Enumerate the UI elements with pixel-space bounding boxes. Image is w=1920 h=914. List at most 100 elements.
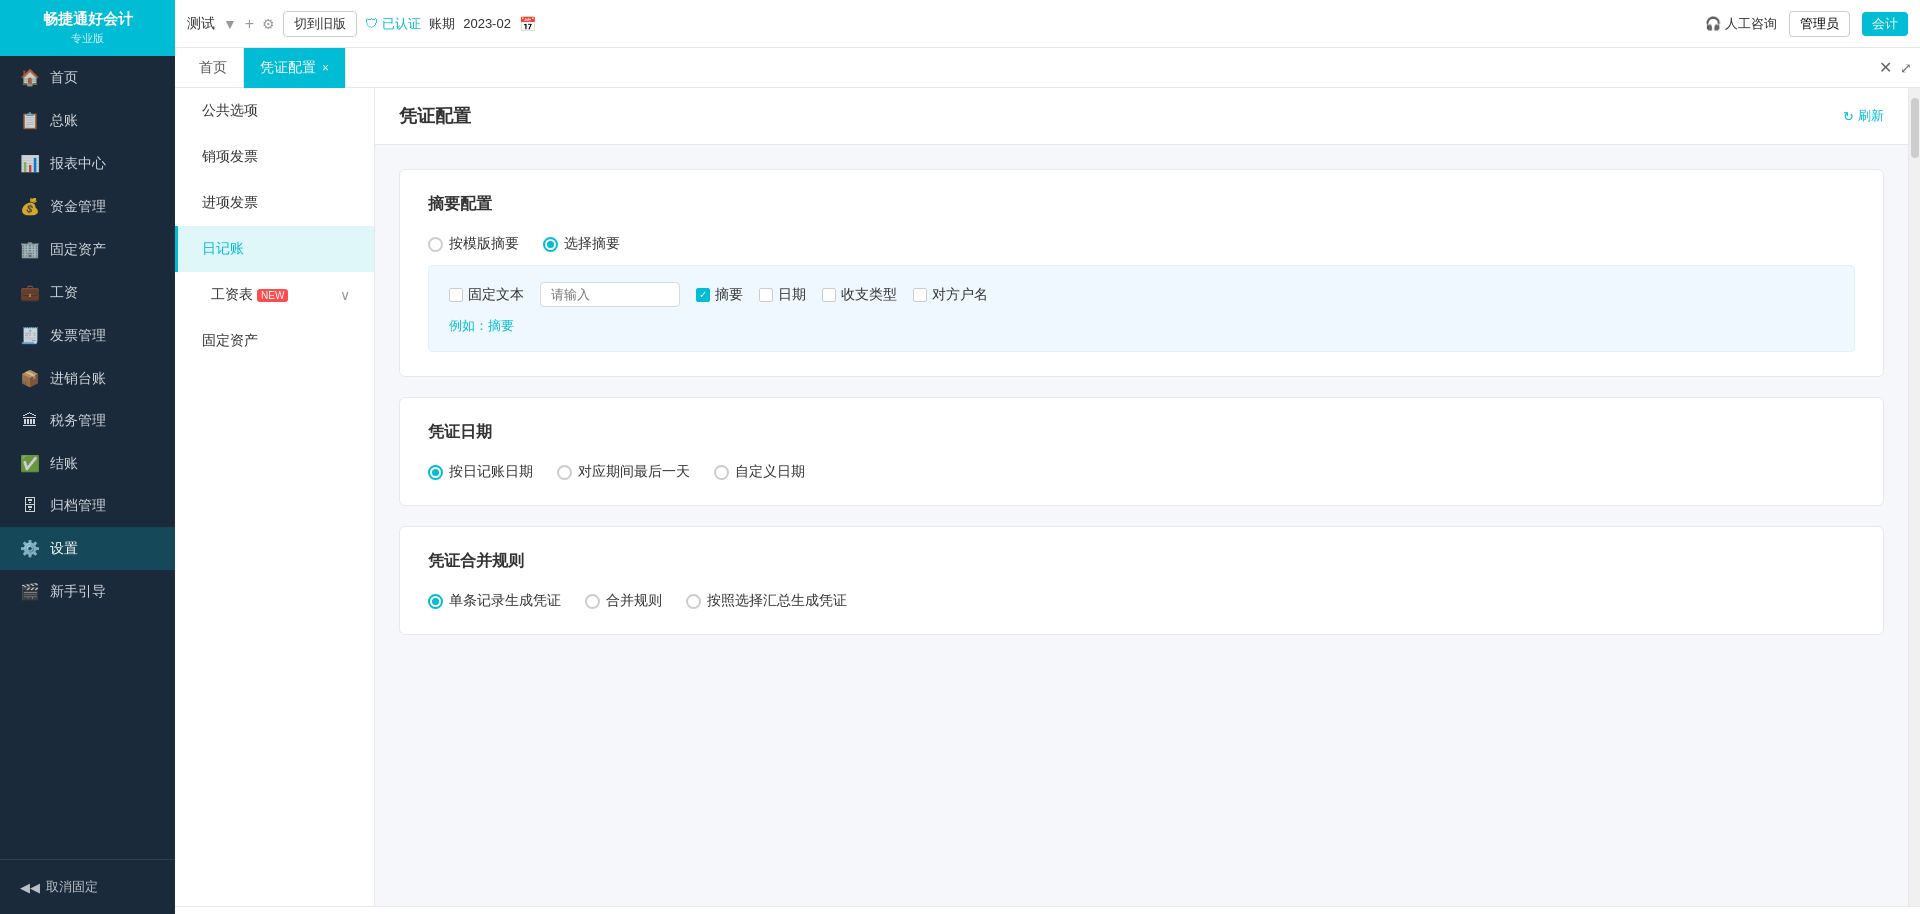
summary-radio-template[interactable]: 按模版摘要 — [428, 235, 519, 253]
page-header: 凭证配置 ↻ 刷新 — [375, 88, 1908, 145]
radio-journal-inner — [432, 469, 439, 476]
date-radio-journal[interactable]: 按日记账日期 — [428, 463, 533, 481]
checkbox-summary-label: 摘要 — [715, 286, 743, 304]
sidebar-item-ledger[interactable]: 📋 总账 — [0, 99, 175, 142]
checkbox-fixed-text[interactable]: 固定文本 — [449, 286, 524, 304]
summary-radio-select[interactable]: 选择摘要 — [543, 235, 620, 253]
sidebar-item-tax[interactable]: 🏛 税务管理 — [0, 400, 175, 442]
radio-summary-indicator — [686, 594, 701, 609]
reports-icon: 📊 — [20, 154, 40, 173]
sidebar-item-assets[interactable]: 🏢 固定资产 — [0, 228, 175, 271]
checkbox-date-label: 日期 — [778, 286, 806, 304]
merge-radio-single[interactable]: 单条记录生成凭证 — [428, 592, 561, 610]
expand-arrow: ∨ — [340, 287, 350, 303]
add-icon[interactable]: + — [245, 15, 254, 33]
checkbox-summary[interactable]: ✓ 摘要 — [696, 286, 743, 304]
checkbox-counterparty[interactable]: 对方户名 — [913, 286, 988, 304]
nav-public-options[interactable]: 公共选项 — [175, 88, 374, 134]
sidebar-item-label: 工资 — [50, 284, 78, 302]
invoice-icon: 🧾 — [20, 326, 40, 345]
nav-fixed-assets[interactable]: 固定资产 — [175, 318, 374, 364]
radio-summary-label: 按照选择汇总生成凭证 — [707, 592, 847, 610]
page-title: 凭证配置 — [399, 104, 471, 128]
nav-sales-invoice[interactable]: 销项发票 — [175, 134, 374, 180]
settings-icon[interactable]: ⚙ — [262, 16, 275, 32]
radio-journal-indicator — [428, 465, 443, 480]
checkbox-income-type[interactable]: 收支类型 — [822, 286, 897, 304]
sidebar-item-settings[interactable]: ⚙️ 设置 — [0, 527, 175, 570]
sidebar-item-label: 首页 — [50, 69, 78, 87]
assets-icon: 🏢 — [20, 240, 40, 259]
checkbox-counterparty-label: 对方户名 — [932, 286, 988, 304]
nav-journal[interactable]: 日记账 — [175, 226, 374, 272]
dropdown-icon[interactable]: ▼ — [223, 16, 237, 32]
checkbox-date[interactable]: 日期 — [759, 286, 806, 304]
sidebar-item-guide[interactable]: 🎬 新手引导 — [0, 570, 175, 613]
right-scrollbar[interactable] — [1908, 88, 1920, 906]
date-title: 凭证日期 — [428, 422, 1855, 443]
expand-icon[interactable]: ⤢ — [1900, 60, 1912, 76]
manager-btn[interactable]: 管理员 — [1789, 11, 1850, 37]
refresh-icon: ↻ — [1843, 109, 1854, 124]
project-name: 测试 — [187, 15, 215, 33]
sidebar-item-reports[interactable]: 📊 报表中心 — [0, 142, 175, 185]
merge-radio-rule[interactable]: 合并规则 — [585, 592, 662, 610]
ledger-icon: 📋 — [20, 111, 40, 130]
checkbox-fixed-text-box — [449, 288, 463, 302]
merge-radio-group: 单条记录生成凭证 合并规则 按照选择汇总生成凭证 — [428, 592, 1855, 610]
refresh-btn[interactable]: ↻ 刷新 — [1843, 107, 1884, 125]
sidebar-item-label: 发票管理 — [50, 327, 106, 345]
sidebar-item-label: 税务管理 — [50, 412, 106, 430]
tab-voucher-config-label: 凭证配置 — [260, 59, 316, 77]
role-badge: 会计 — [1862, 12, 1908, 36]
sidebar-item-label: 归档管理 — [50, 497, 106, 515]
checkbox-summary-box: ✓ — [696, 288, 710, 302]
switch-old-btn[interactable]: 切到旧版 — [283, 11, 357, 37]
period-label: 账期 — [429, 15, 455, 33]
archive-icon: 🗄 — [20, 497, 40, 515]
tab-home[interactable]: 首页 — [183, 48, 244, 88]
sidebar-item-salary[interactable]: 💼 工资 — [0, 271, 175, 314]
radio-select-indicator — [543, 237, 558, 252]
radio-single-label: 单条记录生成凭证 — [449, 592, 561, 610]
date-radio-period-last[interactable]: 对应期间最后一天 — [557, 463, 690, 481]
date-radio-custom[interactable]: 自定义日期 — [714, 463, 805, 481]
tab-home-label: 首页 — [199, 59, 227, 77]
tab-voucher-config[interactable]: 凭证配置 × — [244, 48, 346, 88]
sidebar-item-home[interactable]: 🏠 首页 — [0, 56, 175, 99]
summary-radio-group: 按模版摘要 选择摘要 — [428, 235, 1855, 253]
purchase-icon: 📦 — [20, 369, 40, 388]
sidebar-item-label: 结账 — [50, 455, 78, 473]
merge-radio-summary[interactable]: 按照选择汇总生成凭证 — [686, 592, 847, 610]
tax-icon: 🏛 — [20, 412, 40, 430]
sidebar-item-invoice[interactable]: 🧾 发票管理 — [0, 314, 175, 357]
payroll-label: 工资表NEW — [211, 286, 288, 304]
tab-close-icon[interactable]: × — [322, 61, 329, 75]
sidebar-item-purchase[interactable]: 📦 进销台账 — [0, 357, 175, 400]
date-radio-group: 按日记账日期 对应期间最后一天 自定义日期 — [428, 463, 1855, 481]
close-window-icon[interactable]: ✕ — [1879, 58, 1892, 77]
sidebar-item-archive[interactable]: 🗄 归档管理 — [0, 485, 175, 527]
nav-purchase-invoice[interactable]: 进项发票 — [175, 180, 374, 226]
nav-payroll[interactable]: 工资表NEW ∨ — [175, 272, 374, 318]
sidebar-item-funds[interactable]: 💰 资金管理 — [0, 185, 175, 228]
sidebar-item-label: 设置 — [50, 540, 78, 558]
salary-icon: 💼 — [20, 283, 40, 302]
funds-icon: 💰 — [20, 197, 40, 216]
radio-period-last-label: 对应期间最后一天 — [578, 463, 690, 481]
calendar-icon[interactable]: 📅 — [519, 16, 536, 32]
checkbox-row: 固定文本 ✓ 摘要 日期 — [449, 282, 1834, 307]
sidebar-item-label: 资金管理 — [50, 198, 106, 216]
home-icon: 🏠 — [20, 68, 40, 87]
radio-rule-label: 合并规则 — [606, 592, 662, 610]
bottom-bar: 保存 — [175, 906, 1920, 914]
checkbox-section: 固定文本 ✓ 摘要 日期 — [428, 265, 1855, 352]
cancel-pin-btn[interactable]: ◀◀ 取消固定 — [0, 870, 175, 904]
new-badge: NEW — [257, 289, 288, 302]
fixed-text-input[interactable] — [540, 282, 680, 307]
service-btn[interactable]: 🎧 人工咨询 — [1705, 15, 1777, 33]
scrollbar-thumb — [1911, 98, 1919, 158]
sidebar-item-label: 总账 — [50, 112, 78, 130]
sidebar-item-label: 报表中心 — [50, 155, 106, 173]
sidebar-item-checkout[interactable]: ✅ 结账 — [0, 442, 175, 485]
